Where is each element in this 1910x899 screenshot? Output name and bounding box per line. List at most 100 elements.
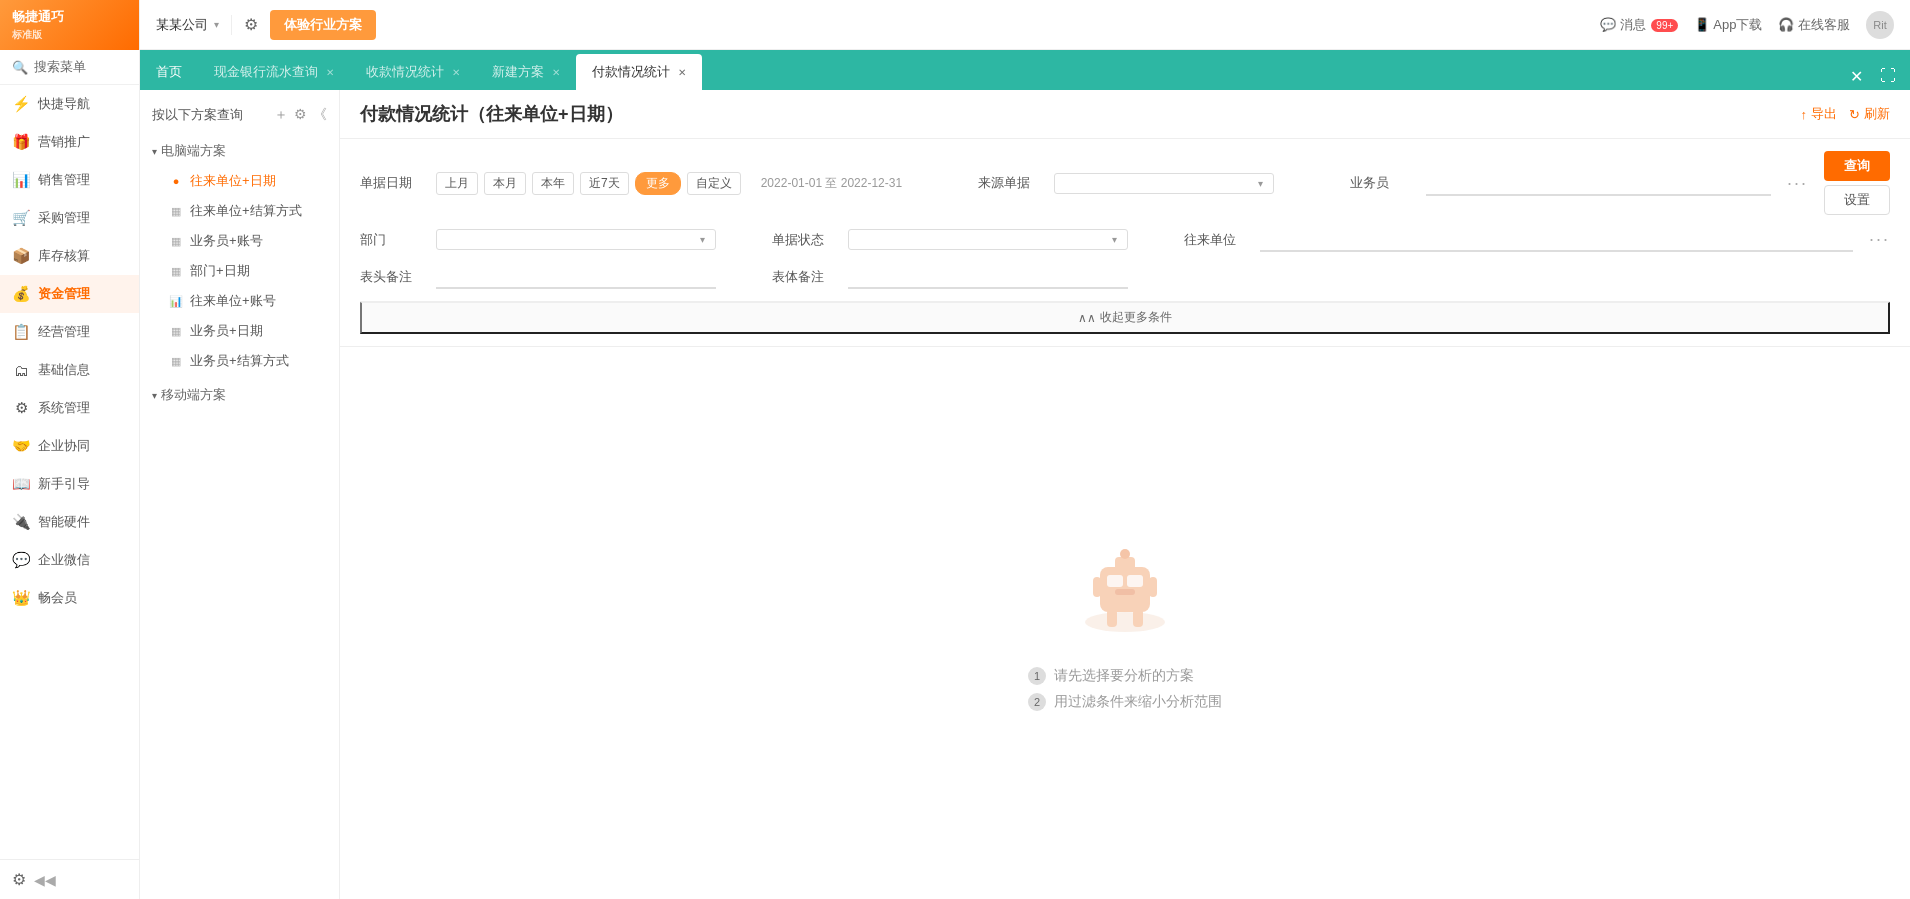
dept-select-arrow: ▾ xyxy=(700,234,705,245)
close-tab-bank-flow[interactable]: ✕ xyxy=(326,67,334,78)
search-menu[interactable]: 🔍 搜索菜单 xyxy=(0,50,139,85)
sidebar-item-guide[interactable]: 📖 新手引导 xyxy=(0,465,139,503)
close-tab-receipt-stats[interactable]: ✕ xyxy=(452,67,460,78)
body-note-input[interactable] xyxy=(848,264,1128,288)
add-scheme-icon[interactable]: ＋ xyxy=(274,106,288,124)
svg-rect-3 xyxy=(1127,575,1143,587)
topbar-divider xyxy=(231,15,232,35)
scheme-item-icon: ▦ xyxy=(168,323,184,339)
sidebar-item-system[interactable]: ⚙ 系统管理 xyxy=(0,389,139,427)
sidebar-item-icon-sales: 📊 xyxy=(12,171,30,189)
tab-receipt-stats[interactable]: 收款情况统计 ✕ xyxy=(350,54,476,90)
export-label: 导出 xyxy=(1811,105,1837,123)
close-tab-payment-stats[interactable]: ✕ xyxy=(678,67,686,78)
company-selector[interactable]: 某某公司 ▾ xyxy=(156,16,219,34)
source-select[interactable]: ▾ xyxy=(1054,173,1274,194)
filter-row-2: 部门 ▾ 单据状态 ▾ 往来单位 ··· xyxy=(360,227,1890,252)
maximize-icon[interactable]: ⛶ xyxy=(1874,62,1902,90)
header-note-input-area xyxy=(436,264,716,289)
topbar-gear-icon[interactable]: ⚙ xyxy=(244,15,258,34)
scheme-settings-icon[interactable]: ⚙ xyxy=(294,106,307,124)
svg-rect-2 xyxy=(1107,575,1123,587)
sidebar-item-icon-marketing: 🎁 xyxy=(12,133,30,151)
scheme-item-业务员+结算方式[interactable]: ▦ 业务员+结算方式 xyxy=(140,346,339,376)
settings-icon[interactable]: ⚙ xyxy=(12,870,26,889)
tab-payment-stats[interactable]: 付款情况统计✕ xyxy=(576,54,702,90)
collapse-panel-icon[interactable]: 《 xyxy=(313,106,327,124)
sidebar-item-inventory[interactable]: 📦 库存核算 xyxy=(0,237,139,275)
svg-rect-9 xyxy=(1107,609,1117,627)
scheme-group-移动端方案: ▾ 移动端方案 xyxy=(140,380,339,410)
empty-state: 1 请先选择要分析的方案 2 用过滤条件来缩小分析范围 xyxy=(340,347,1910,899)
more-date-btn[interactable]: 更多 xyxy=(635,172,681,195)
sidebar-item-collab[interactable]: 🤝 企业协同 xyxy=(0,427,139,465)
scheme-item-业务员+账号[interactable]: ▦ 业务员+账号 xyxy=(140,226,339,256)
tab-label-receipt-stats: 收款情况统计 xyxy=(366,63,444,81)
sidebar-item-hardware[interactable]: 🔌 智能硬件 xyxy=(0,503,139,541)
scheme-item-部门+日期[interactable]: ▦ 部门+日期 xyxy=(140,256,339,286)
sidebar-item-quick-nav[interactable]: ⚡ 快捷导航 xyxy=(0,85,139,123)
close-tab-new-scheme[interactable]: ✕ xyxy=(552,67,560,78)
sidebar-item-wechat[interactable]: 💬 企业微信 xyxy=(0,541,139,579)
partner-input[interactable] xyxy=(1260,227,1853,251)
salesperson-input[interactable] xyxy=(1426,171,1771,195)
query-btn[interactable]: 查询 xyxy=(1824,151,1890,181)
app-download-btn[interactable]: 📱 App下载 xyxy=(1694,16,1762,34)
sidebar-item-icon-basic: 🗂 xyxy=(12,361,30,379)
status-select-arrow: ▾ xyxy=(1112,234,1117,245)
page-actions: ↑ 导出 ↻ 刷新 xyxy=(1801,105,1891,123)
last-month-btn[interactable]: 上月 xyxy=(436,172,478,195)
sidebar-item-label-system: 系统管理 xyxy=(38,399,90,417)
tab-bank-flow[interactable]: 现金银行流水查询✕ xyxy=(198,54,350,90)
message-btn[interactable]: 💬 消息 99+ xyxy=(1600,16,1678,34)
sidebar-item-marketing[interactable]: 🎁 营销推广 xyxy=(0,123,139,161)
salesperson-more-btn[interactable]: ··· xyxy=(1787,173,1808,194)
scheme-item-往来单位+账号[interactable]: 📊 往来单位+账号 xyxy=(140,286,339,316)
settings-btn[interactable]: 设置 xyxy=(1824,185,1890,215)
refresh-label: 刷新 xyxy=(1864,105,1890,123)
try-industry-btn[interactable]: 体验行业方案 xyxy=(270,10,376,40)
svg-rect-7 xyxy=(1093,577,1101,597)
status-select[interactable]: ▾ xyxy=(848,229,1128,250)
partner-input-area xyxy=(1260,227,1853,252)
this-year-btn[interactable]: 本年 xyxy=(532,172,574,195)
dept-select[interactable]: ▾ xyxy=(436,229,716,250)
custom-date-btn[interactable]: 自定义 xyxy=(687,172,741,195)
scheme-item-业务员+日期[interactable]: ▦ 业务员+日期 xyxy=(140,316,339,346)
scheme-item-icon: ▦ xyxy=(168,353,184,369)
close-all-tabs-icon[interactable]: ✕ xyxy=(1842,62,1870,90)
partner-more-btn[interactable]: ··· xyxy=(1869,229,1890,250)
page-title: 付款情况统计（往来单位+日期） xyxy=(360,102,623,126)
body-note-input-area xyxy=(848,264,1128,289)
empty-tip-2: 2 用过滤条件来缩小分析范围 xyxy=(1028,693,1222,711)
last-7-days-btn[interactable]: 近7天 xyxy=(580,172,629,195)
scheme-item-往来单位+结算方式[interactable]: ▦ 往来单位+结算方式 xyxy=(140,196,339,226)
sidebar-item-label-member: 畅会员 xyxy=(38,589,77,607)
panel-title: 按以下方案查询 xyxy=(152,106,243,124)
sidebar-item-member[interactable]: 👑 畅会员 xyxy=(0,579,139,617)
collapse-sidebar-icon[interactable]: ◀◀ xyxy=(34,872,56,888)
sidebar-item-label-guide: 新手引导 xyxy=(38,475,90,493)
this-month-btn[interactable]: 本月 xyxy=(484,172,526,195)
sidebar-item-purchase[interactable]: 🛒 采购管理 xyxy=(0,199,139,237)
scheme-group-title[interactable]: ▾ 电脑端方案 xyxy=(140,136,339,166)
scheme-group-title[interactable]: ▾ 移动端方案 xyxy=(140,380,339,410)
tab-new-scheme[interactable]: 新建方案✕ xyxy=(476,54,576,90)
partner-label: 往来单位 xyxy=(1184,231,1244,249)
empty-tips: 1 请先选择要分析的方案 2 用过滤条件来缩小分析范围 xyxy=(1028,667,1222,719)
scheme-item-icon: ▦ xyxy=(168,203,184,219)
tab-home[interactable]: 首页 xyxy=(140,54,198,90)
refresh-btn[interactable]: ↻ 刷新 xyxy=(1849,105,1890,123)
filter-collapse-divider: ∧∧ 收起更多条件 xyxy=(360,301,1890,334)
sidebar-item-finance[interactable]: 💰 资金管理 xyxy=(0,275,139,313)
sidebar-item-basic[interactable]: 🗂 基础信息 xyxy=(0,351,139,389)
export-btn[interactable]: ↑ 导出 xyxy=(1801,105,1838,123)
collapse-filters-btn[interactable]: ∧∧ 收起更多条件 xyxy=(360,302,1890,334)
sidebar-item-operations[interactable]: 📋 经营管理 xyxy=(0,313,139,351)
header-note-input[interactable] xyxy=(436,264,716,288)
user-avatar[interactable]: Rit xyxy=(1866,11,1894,39)
sidebar-item-sales[interactable]: 📊 销售管理 xyxy=(0,161,139,199)
scheme-item-往来单位+日期[interactable]: ● 往来单位+日期 xyxy=(140,166,339,196)
scheme-item-label: 业务员+账号 xyxy=(190,232,263,250)
online-service-btn[interactable]: 🎧 在线客服 xyxy=(1778,16,1850,34)
